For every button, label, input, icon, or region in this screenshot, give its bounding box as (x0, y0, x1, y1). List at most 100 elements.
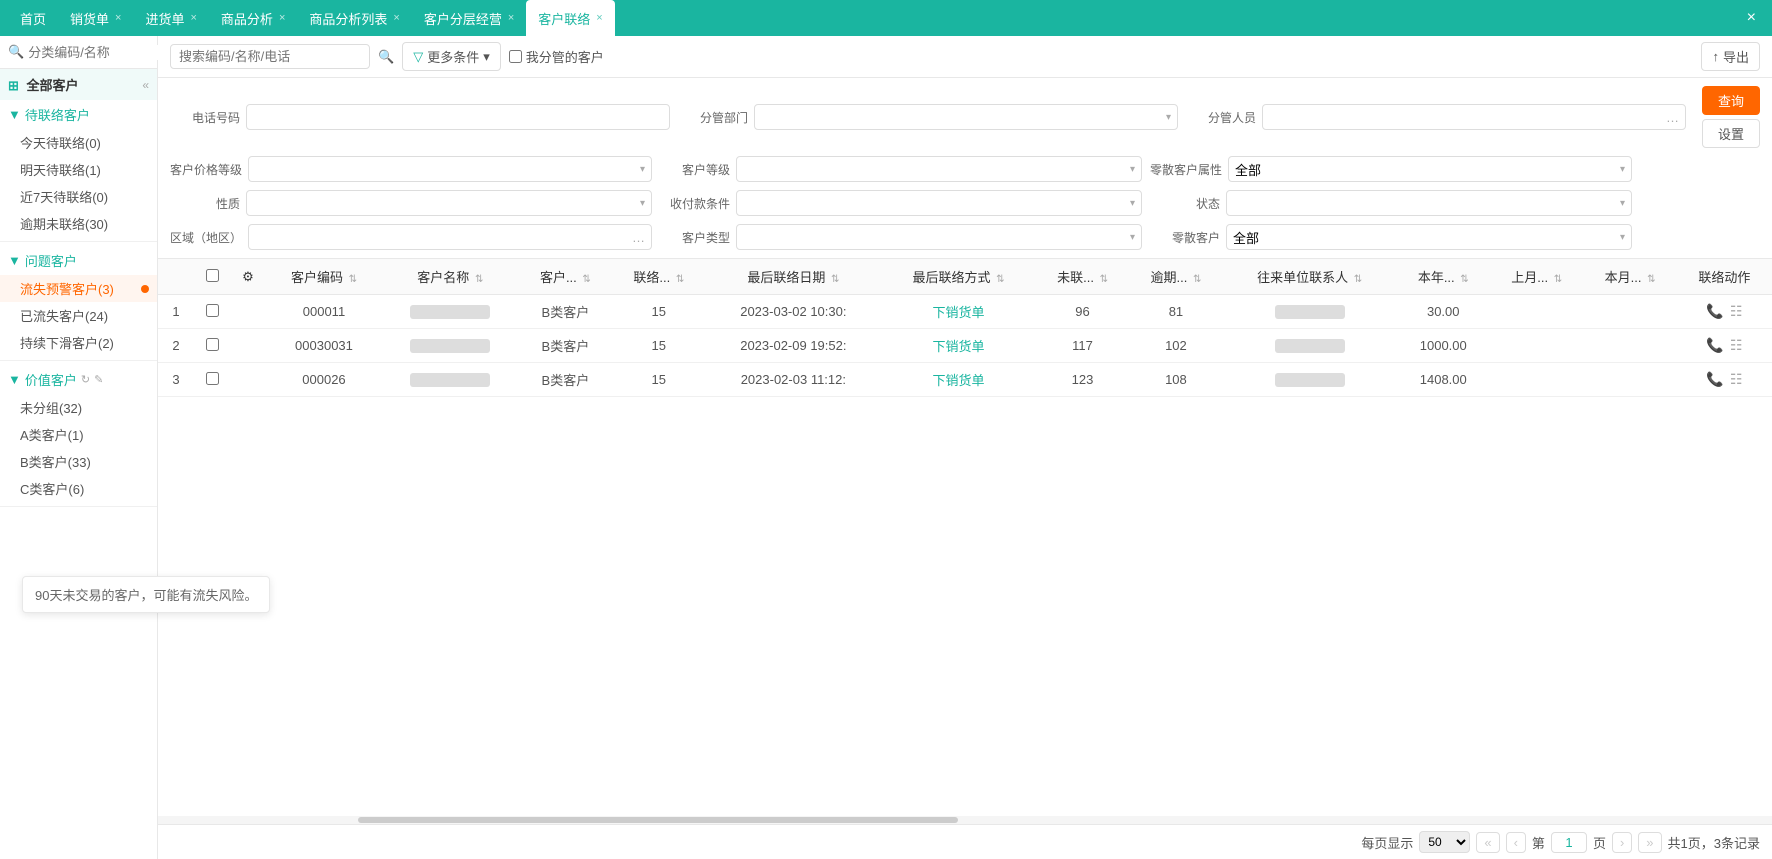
query-button[interactable]: 查询 (1702, 86, 1760, 115)
more-action-icon[interactable]: ☷ (1730, 303, 1743, 320)
method-sort-icon[interactable]: ⇅ (996, 274, 1004, 285)
close-tab-customer-tier[interactable]: × (508, 12, 514, 24)
row-checkbox[interactable] (206, 338, 219, 351)
close-tab-purchase[interactable]: × (190, 12, 196, 24)
col-settings[interactable]: ⚙ (230, 259, 266, 295)
more-conditions-button[interactable]: ▽ 更多条件 ▾ (402, 42, 501, 71)
name-sort-icon[interactable]: ⇅ (475, 274, 483, 285)
sidebar-collapse-icon[interactable]: « (142, 78, 149, 92)
this-month-sort-icon[interactable]: ⇅ (1647, 274, 1655, 285)
close-tab-customer-contact[interactable]: × (596, 12, 602, 24)
no-contact-sort-icon[interactable]: ⇅ (1100, 274, 1108, 285)
sidebar-item-ungrouped[interactable]: 未分组(32) (0, 394, 157, 421)
page-size-select[interactable]: 50 100 200 (1419, 831, 1470, 853)
contact-action-icon[interactable]: 📞 (1706, 371, 1723, 388)
sidebar-item-7days[interactable]: 近7天待联络(0) (0, 183, 157, 210)
retail-customer-select[interactable]: 全部 ▾ (1226, 224, 1632, 250)
export-button[interactable]: ↑ 导出 (1701, 42, 1760, 71)
sidebar-item-declining[interactable]: 持续下滑客户(2) (0, 329, 157, 356)
scrollbar-thumb[interactable] (358, 817, 958, 823)
close-tab-goods-list[interactable]: × (393, 12, 399, 24)
this-year-sort-icon[interactable]: ⇅ (1460, 274, 1468, 285)
settings-button[interactable]: 设置 (1702, 119, 1760, 148)
status-select[interactable]: ▾ (1226, 190, 1632, 216)
cell-last-contact-method[interactable]: 下销货单 (881, 329, 1036, 363)
code-sort-icon[interactable]: ⇅ (349, 274, 357, 285)
page-label-pre: 第 (1532, 833, 1545, 852)
manager-select[interactable]: … (1262, 104, 1686, 130)
cell-checkbox[interactable] (194, 295, 230, 329)
nature-select[interactable]: ▾ (246, 190, 652, 216)
sidebar-item-class-c[interactable]: C类客户(6) (0, 475, 157, 502)
filter-row-1: 电话号码 分管部门 ▾ 分管人员 … (170, 86, 1760, 148)
select-all-checkbox[interactable] (206, 269, 219, 282)
tab-goods-analysis-list[interactable]: 商品分析列表 × (297, 0, 411, 36)
tab-sales[interactable]: 销货单 × (58, 0, 133, 36)
more-action-icon[interactable]: ☷ (1730, 337, 1743, 354)
region-select[interactable]: … (248, 224, 652, 250)
close-tab-goods-analysis[interactable]: × (279, 12, 285, 24)
sidebar-item-churned[interactable]: 已流失客户(24) (0, 302, 157, 329)
horizontal-scrollbar[interactable] (158, 816, 1772, 824)
next-page-button[interactable]: › (1612, 832, 1632, 853)
filter-search-icon[interactable]: 🔍 (378, 49, 394, 65)
manager-more-icon[interactable]: … (1666, 110, 1679, 125)
row-checkbox[interactable] (206, 372, 219, 385)
close-all-button[interactable]: × (1739, 9, 1764, 27)
overdue-sort-icon[interactable]: ⇅ (1193, 274, 1201, 285)
cell-checkbox[interactable] (194, 363, 230, 397)
sidebar-item-tomorrow[interactable]: 明天待联络(1) (0, 156, 157, 183)
type-sort-icon[interactable]: ⇅ (582, 274, 590, 285)
last-month-sort-icon[interactable]: ⇅ (1554, 274, 1562, 285)
cell-last-contact-method[interactable]: 下销货单 (881, 363, 1036, 397)
first-page-button[interactable]: « (1476, 832, 1499, 853)
value-edit-icon[interactable]: ✎ (94, 373, 103, 386)
contact-method-link[interactable]: 下销货单 (933, 373, 985, 388)
page-number-input[interactable] (1551, 832, 1587, 853)
my-customers-checkbox[interactable]: 我分管的客户 (509, 47, 604, 66)
table-settings-icon[interactable]: ⚙ (242, 269, 254, 284)
cell-name (382, 295, 519, 329)
tab-customer-tier[interactable]: 客户分层经营 × (412, 0, 526, 36)
tab-home[interactable]: 首页 (8, 0, 58, 36)
contact-action-icon[interactable]: 📞 (1706, 337, 1723, 354)
sidebar-item-today[interactable]: 今天待联络(0) (0, 129, 157, 156)
tab-goods-analysis[interactable]: 商品分析 × (209, 0, 297, 36)
unit-sort-icon[interactable]: ⇅ (1354, 274, 1362, 285)
sidebar-item-class-a[interactable]: A类客户(1) (0, 421, 157, 448)
tab-purchase[interactable]: 进货单 × (133, 0, 208, 36)
tab-customer-contact[interactable]: 客户联络 × (526, 0, 614, 36)
sidebar-item-class-b[interactable]: B类客户(33) (0, 448, 157, 475)
sidebar-all-customers[interactable]: ⊞ 全部客户 « (0, 69, 157, 100)
contact-method-link[interactable]: 下销货单 (933, 339, 985, 354)
my-customers-check[interactable] (509, 50, 522, 63)
sidebar-item-churn-warning[interactable]: 流失预警客户(3) (0, 275, 157, 302)
sidebar-section-value[interactable]: ▼ 价值客户 ↻ ✎ (0, 365, 157, 394)
sidebar-group-problem: ▼ 问题客户 90天未交易的客户，可能有流失风险。 流失预警客户(3) 已流失客… (0, 246, 157, 361)
sidebar-section-pending[interactable]: ▼ 待联络客户 (0, 100, 157, 129)
dept-select[interactable]: ▾ (754, 104, 1178, 130)
customer-type-select[interactable]: ▾ (736, 224, 1142, 250)
row-checkbox[interactable] (206, 304, 219, 317)
retail-attr-select[interactable]: 全部 ▾ (1228, 156, 1632, 182)
contact-action-icon[interactable]: 📞 (1706, 303, 1723, 320)
region-more-icon[interactable]: … (632, 230, 645, 245)
close-tab-sales[interactable]: × (115, 12, 121, 24)
contact-sort-icon[interactable]: ⇅ (676, 274, 684, 285)
sidebar-item-overdue-contact[interactable]: 逾期未联络(30) (0, 210, 157, 237)
payment-select[interactable]: ▾ (736, 190, 1142, 216)
customer-level-select[interactable]: ▾ (736, 156, 1142, 182)
last-page-button[interactable]: » (1638, 832, 1661, 853)
cell-last-contact-method[interactable]: 下销货单 (881, 295, 1036, 329)
col-checkbox[interactable] (194, 259, 230, 295)
prev-page-button[interactable]: ‹ (1506, 832, 1526, 853)
price-level-select[interactable]: ▾ (248, 156, 652, 182)
sidebar-section-problem[interactable]: ▼ 问题客户 (0, 246, 157, 275)
more-action-icon[interactable]: ☷ (1730, 371, 1743, 388)
value-refresh-icon[interactable]: ↻ (81, 373, 90, 386)
cell-checkbox[interactable] (194, 329, 230, 363)
contact-method-link[interactable]: 下销货单 (933, 305, 985, 320)
date-sort-icon[interactable]: ⇅ (831, 274, 839, 285)
phone-input[interactable] (246, 104, 670, 130)
search-input[interactable] (170, 44, 370, 69)
